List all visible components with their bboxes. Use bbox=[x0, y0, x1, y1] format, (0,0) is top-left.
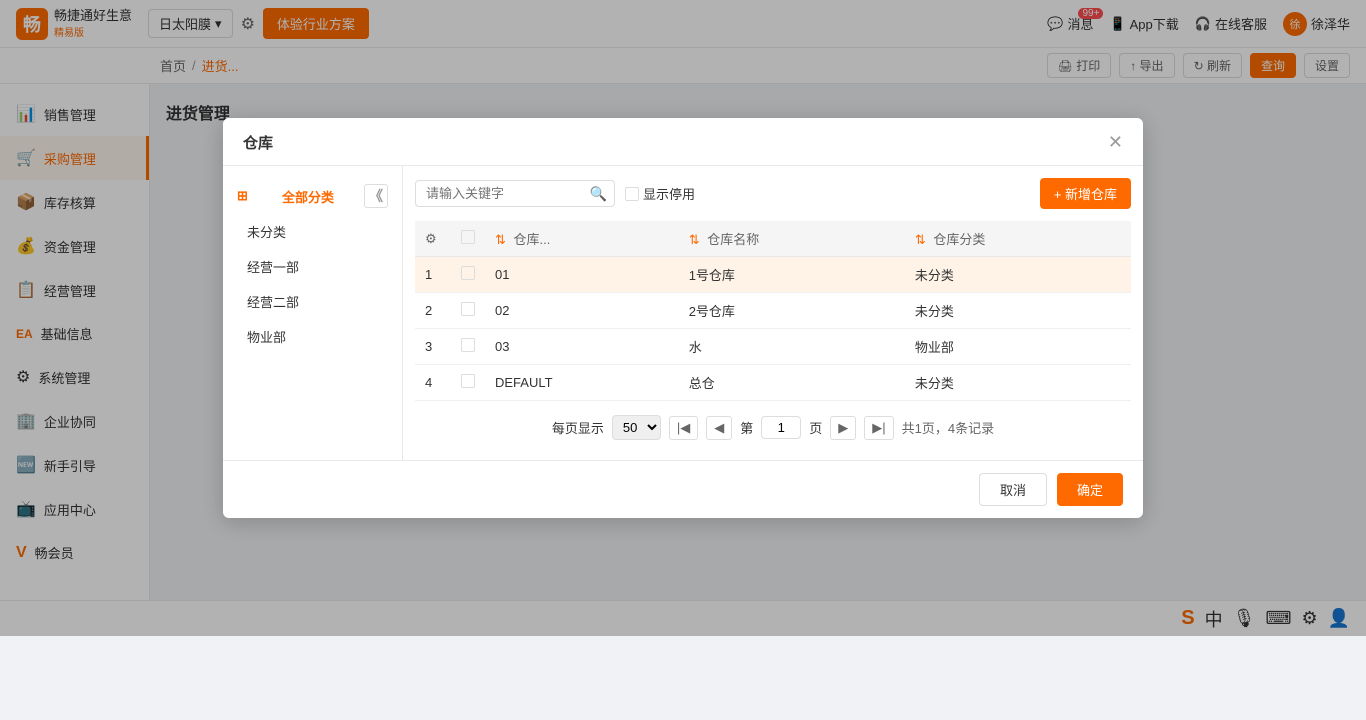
table-row[interactable]: 3 03 水 物业部 bbox=[415, 329, 1131, 365]
search-wrap: 🔍 bbox=[415, 180, 615, 207]
per-page-label: 每页显示 bbox=[552, 418, 604, 437]
add-warehouse-button[interactable]: + 新增仓库 bbox=[1040, 178, 1131, 209]
row-name-3: 水 bbox=[679, 329, 905, 365]
modal-close-button[interactable]: ✕ bbox=[1108, 132, 1123, 153]
th-code: ⇅ 仓库... bbox=[485, 221, 679, 257]
sort-code-icon: ⇅ bbox=[495, 232, 506, 247]
row-code-2: 02 bbox=[485, 293, 679, 329]
category-grid-icon: ⊞ bbox=[237, 188, 248, 204]
row-code-4: DEFAULT bbox=[485, 365, 679, 401]
page-input[interactable] bbox=[761, 416, 801, 439]
row-checkbox-4[interactable] bbox=[461, 374, 475, 388]
show-disabled-checkbox[interactable] bbox=[625, 187, 639, 201]
row-category-1: 未分类 bbox=[905, 257, 1131, 293]
first-page-button[interactable]: |◀ bbox=[669, 416, 698, 440]
confirm-button[interactable]: 确定 bbox=[1057, 473, 1123, 506]
page-unit: 页 bbox=[809, 418, 822, 437]
total-info: 共1页，4条记录 bbox=[902, 418, 994, 437]
show-disabled-checkbox-wrap[interactable]: 显示停用 bbox=[625, 184, 695, 203]
modal-footer: 取消 确定 bbox=[223, 460, 1143, 518]
table-head: ⚙ ⇅ 仓库... ⇅ bbox=[415, 221, 1131, 257]
th-checkbox bbox=[451, 221, 485, 257]
select-all-checkbox[interactable] bbox=[461, 230, 475, 244]
table-row[interactable]: 2 02 2号仓库 未分类 bbox=[415, 293, 1131, 329]
category-all-header[interactable]: ⊞ 全部分类 《 bbox=[223, 178, 402, 214]
row-name-4: 总仓 bbox=[679, 365, 905, 401]
row-code-3: 03 bbox=[485, 329, 679, 365]
row-checkbox-1[interactable] bbox=[461, 266, 475, 280]
category-collapse-button[interactable]: 《 bbox=[364, 184, 388, 208]
warehouse-modal: 仓库 ✕ ⊞ 全部分类 《 未分类 经营一部 经营二部 物业部 bbox=[223, 118, 1143, 518]
prev-page-button[interactable]: ◀ bbox=[706, 416, 732, 440]
show-disabled-label: 显示停用 bbox=[643, 184, 695, 203]
cancel-button[interactable]: 取消 bbox=[979, 473, 1047, 506]
modal-overlay: 仓库 ✕ ⊞ 全部分类 《 未分类 经营一部 经营二部 物业部 bbox=[0, 0, 1366, 636]
category-panel: ⊞ 全部分类 《 未分类 经营一部 经营二部 物业部 bbox=[223, 166, 403, 460]
table-row[interactable]: 1 01 1号仓库 未分类 bbox=[415, 257, 1131, 293]
row-checkbox-3[interactable] bbox=[461, 338, 475, 352]
page-label: 第 bbox=[740, 418, 753, 437]
th-name: ⇅ 仓库名称 bbox=[679, 221, 905, 257]
sort-cat-icon: ⇅ bbox=[915, 232, 926, 247]
row-category-4: 未分类 bbox=[905, 365, 1131, 401]
th-category: ⇅ 仓库分类 bbox=[905, 221, 1131, 257]
sort-name-icon: ⇅ bbox=[689, 232, 700, 247]
table-row[interactable]: 4 DEFAULT 总仓 未分类 bbox=[415, 365, 1131, 401]
row-num-3: 3 bbox=[415, 329, 451, 365]
category-item-business1[interactable]: 经营一部 bbox=[223, 249, 402, 284]
row-name-1: 1号仓库 bbox=[679, 257, 905, 293]
table-panel: 🔍 显示停用 + 新增仓库 ⚙ bbox=[403, 166, 1143, 460]
row-num-1: 1 bbox=[415, 257, 451, 293]
category-all-label: 全部分类 bbox=[282, 187, 334, 206]
column-settings-icon[interactable]: ⚙ bbox=[425, 231, 437, 246]
warehouse-table: ⚙ ⇅ 仓库... ⇅ bbox=[415, 221, 1131, 401]
row-name-2: 2号仓库 bbox=[679, 293, 905, 329]
category-item-uncategorized[interactable]: 未分类 bbox=[223, 214, 402, 249]
last-page-button[interactable]: ▶| bbox=[864, 416, 893, 440]
search-icon[interactable]: 🔍 bbox=[590, 185, 607, 202]
modal-header: 仓库 ✕ bbox=[223, 118, 1143, 166]
table-body: 1 01 1号仓库 未分类 2 02 2号仓库 bbox=[415, 257, 1131, 401]
modal-title: 仓库 bbox=[243, 132, 273, 153]
per-page-select[interactable]: 50 bbox=[612, 415, 661, 440]
row-num-4: 4 bbox=[415, 365, 451, 401]
table-scroll: ⚙ ⇅ 仓库... ⇅ bbox=[415, 221, 1131, 401]
next-page-button[interactable]: ▶ bbox=[830, 416, 856, 440]
modal-body: ⊞ 全部分类 《 未分类 经营一部 经营二部 物业部 🔍 bbox=[223, 166, 1143, 460]
row-checkbox-2[interactable] bbox=[461, 302, 475, 316]
search-input[interactable] bbox=[415, 180, 615, 207]
row-code-1: 01 bbox=[485, 257, 679, 293]
pagination: 每页显示 50 |◀ ◀ 第 页 ▶ ▶| 共1页，4条记录 bbox=[415, 401, 1131, 448]
category-item-property[interactable]: 物业部 bbox=[223, 319, 402, 354]
row-num-2: 2 bbox=[415, 293, 451, 329]
category-item-business2[interactable]: 经营二部 bbox=[223, 284, 402, 319]
table-toolbar: 🔍 显示停用 + 新增仓库 bbox=[415, 178, 1131, 209]
row-category-3: 物业部 bbox=[905, 329, 1131, 365]
th-settings[interactable]: ⚙ bbox=[415, 221, 451, 257]
row-category-2: 未分类 bbox=[905, 293, 1131, 329]
